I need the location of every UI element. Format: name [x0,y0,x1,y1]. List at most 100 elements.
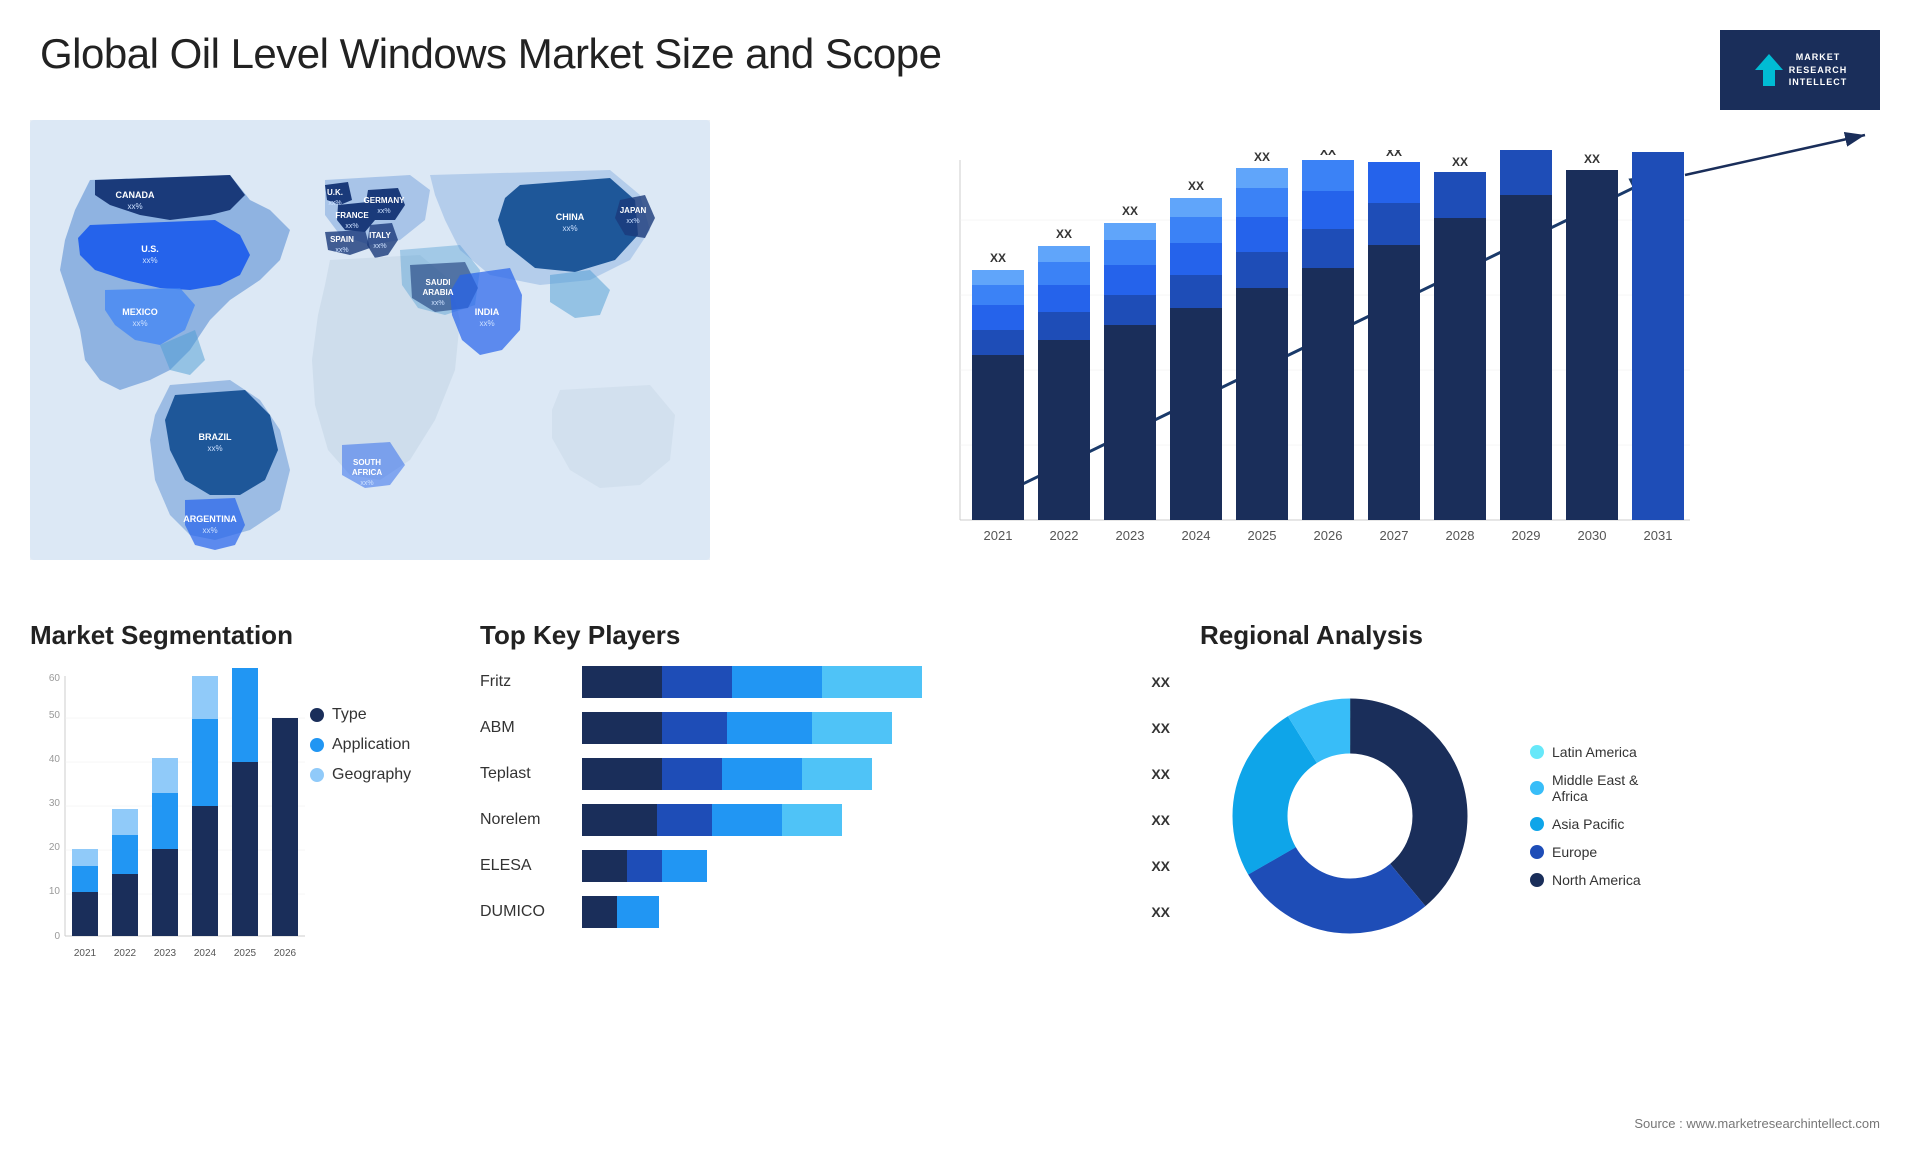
player-fritz-name: Fritz [480,673,570,691]
bar-value-2025: XX [1254,150,1270,164]
legend-type-label: Type [332,706,367,724]
map-section: CANADA xx% U.S. xx% MEXICO xx% BRAZIL xx… [30,120,710,600]
player-dumico-bars [582,896,1131,928]
label-spain-val: xx% [335,247,348,254]
svg-text:2024: 2024 [194,948,217,959]
bar-seg [582,758,662,790]
bar-value-2022: XX [1056,227,1072,241]
seg-chart: 0 10 20 30 40 50 60 [30,666,290,986]
legend-north-america-label: North America [1552,872,1641,888]
player-elesa-value: XX [1151,858,1170,874]
legend-north-america-dot [1530,873,1544,887]
label-china: CHINA [556,212,585,222]
bar-value-2027: XX [1386,150,1402,159]
label-china-val: xx% [562,224,577,233]
legend-latin-label: Latin America [1552,744,1637,760]
legend-mea: Middle East &Africa [1530,772,1641,804]
segmentation-title: Market Segmentation [30,620,450,651]
bar-seg [582,896,617,928]
main-content: CANADA xx% U.S. xx% MEXICO xx% BRAZIL xx… [0,120,1920,600]
label-canada-val: xx% [127,202,142,211]
svg-text:2025: 2025 [234,948,257,959]
bar-seg [722,758,802,790]
bar-seg [812,712,892,744]
bar-seg [782,804,842,836]
bar-value-2028: XX [1452,155,1468,169]
legend-europe: Europe [1530,844,1641,860]
svg-text:2022: 2022 [114,948,137,959]
bar-year-2031: 2031 [1644,528,1673,543]
label-spain: SPAIN [330,235,354,244]
seg-chart-svg: 0 10 20 30 40 50 60 [30,666,310,986]
bar-seg [822,666,922,698]
bar-seg [657,804,712,836]
bar-year-2021: 2021 [984,528,1013,543]
player-fritz-value: XX [1151,674,1170,690]
seg-chart-area: 0 10 20 30 40 50 60 [30,666,450,986]
logo-text: MARKETRESEARCHINTELLECT [1789,51,1848,89]
legend-geography: Geography [310,766,411,784]
player-abm-value: XX [1151,720,1170,736]
logo-icon [1753,52,1785,88]
player-norelem-row: Norelem XX [480,804,1170,836]
bar-seg [732,666,822,698]
svg-text:2023: 2023 [154,948,177,959]
legend-mea-label: Middle East &Africa [1552,772,1638,804]
label-france-val: xx% [345,223,358,230]
bar-year-2022: 2022 [1050,528,1079,543]
world-map: CANADA xx% U.S. xx% MEXICO xx% BRAZIL xx… [30,120,710,560]
legend-apac: Asia Pacific [1530,816,1641,832]
player-abm-row: ABM XX [480,712,1170,744]
bar-value-2021: XX [990,251,1006,265]
svg-text:2021: 2021 [74,948,97,959]
label-uk-val: xx% [328,200,341,207]
legend-geography-dot [310,768,324,782]
regional-section: Regional Analysis Latin America [1200,620,1890,1140]
bar-seg [662,712,727,744]
regional-title: Regional Analysis [1200,620,1890,651]
player-abm-bars [582,712,1131,744]
regional-legend: Latin America Middle East &Africa Asia P… [1530,744,1641,888]
svg-text:60: 60 [49,673,61,684]
player-elesa-row: ELESA XX [480,850,1170,882]
bar-year-2030: 2030 [1578,528,1607,543]
label-germany-val: xx% [377,208,390,215]
bar-value-2026: XX [1320,150,1336,158]
logo: MARKETRESEARCHINTELLECT [1720,30,1880,110]
legend-latin: Latin America [1530,744,1641,760]
svg-text:0: 0 [54,931,60,942]
player-elesa-name: ELESA [480,857,570,875]
label-italy-val: xx% [373,243,386,250]
bar-seg [582,804,657,836]
label-arabia: ARABIA [422,288,453,297]
header: Global Oil Level Windows Market Size and… [0,0,1920,120]
svg-text:40: 40 [49,754,61,765]
bar-chart-svg: XX 2021 XX 2022 XX 2023 [750,150,1870,570]
label-japan-val: xx% [626,218,639,225]
bar-seg [582,666,662,698]
player-norelem-bars [582,804,1131,836]
label-brazil-val: xx% [207,444,222,453]
label-saudi-val: xx% [431,300,444,307]
bar-year-2026: 2026 [1314,528,1343,543]
svg-text:50: 50 [49,710,61,721]
bar-seg [662,850,707,882]
label-france: FRANCE [335,211,369,220]
bottom-section: Market Segmentation 0 10 20 30 40 50 60 [0,600,1920,1160]
label-argentina-val: xx% [202,526,217,535]
bar-seg [582,712,662,744]
bar-seg [727,712,812,744]
bar-value-2024: XX [1188,179,1204,193]
label-southafrica-val: xx% [360,480,373,487]
logo-box: MARKETRESEARCHINTELLECT [1720,30,1880,110]
legend-apac-label: Asia Pacific [1552,816,1624,832]
label-india: INDIA [475,307,500,317]
svg-text:20: 20 [49,842,61,853]
player-elesa-bars [582,850,1131,882]
bar-seg [582,850,627,882]
segmentation-section: Market Segmentation 0 10 20 30 40 50 60 [30,620,450,1140]
label-us-val: xx% [142,256,157,265]
legend-latin-dot [1530,745,1544,759]
label-southafrica: SOUTH [353,458,381,467]
label-uk: U.K. [327,188,343,197]
